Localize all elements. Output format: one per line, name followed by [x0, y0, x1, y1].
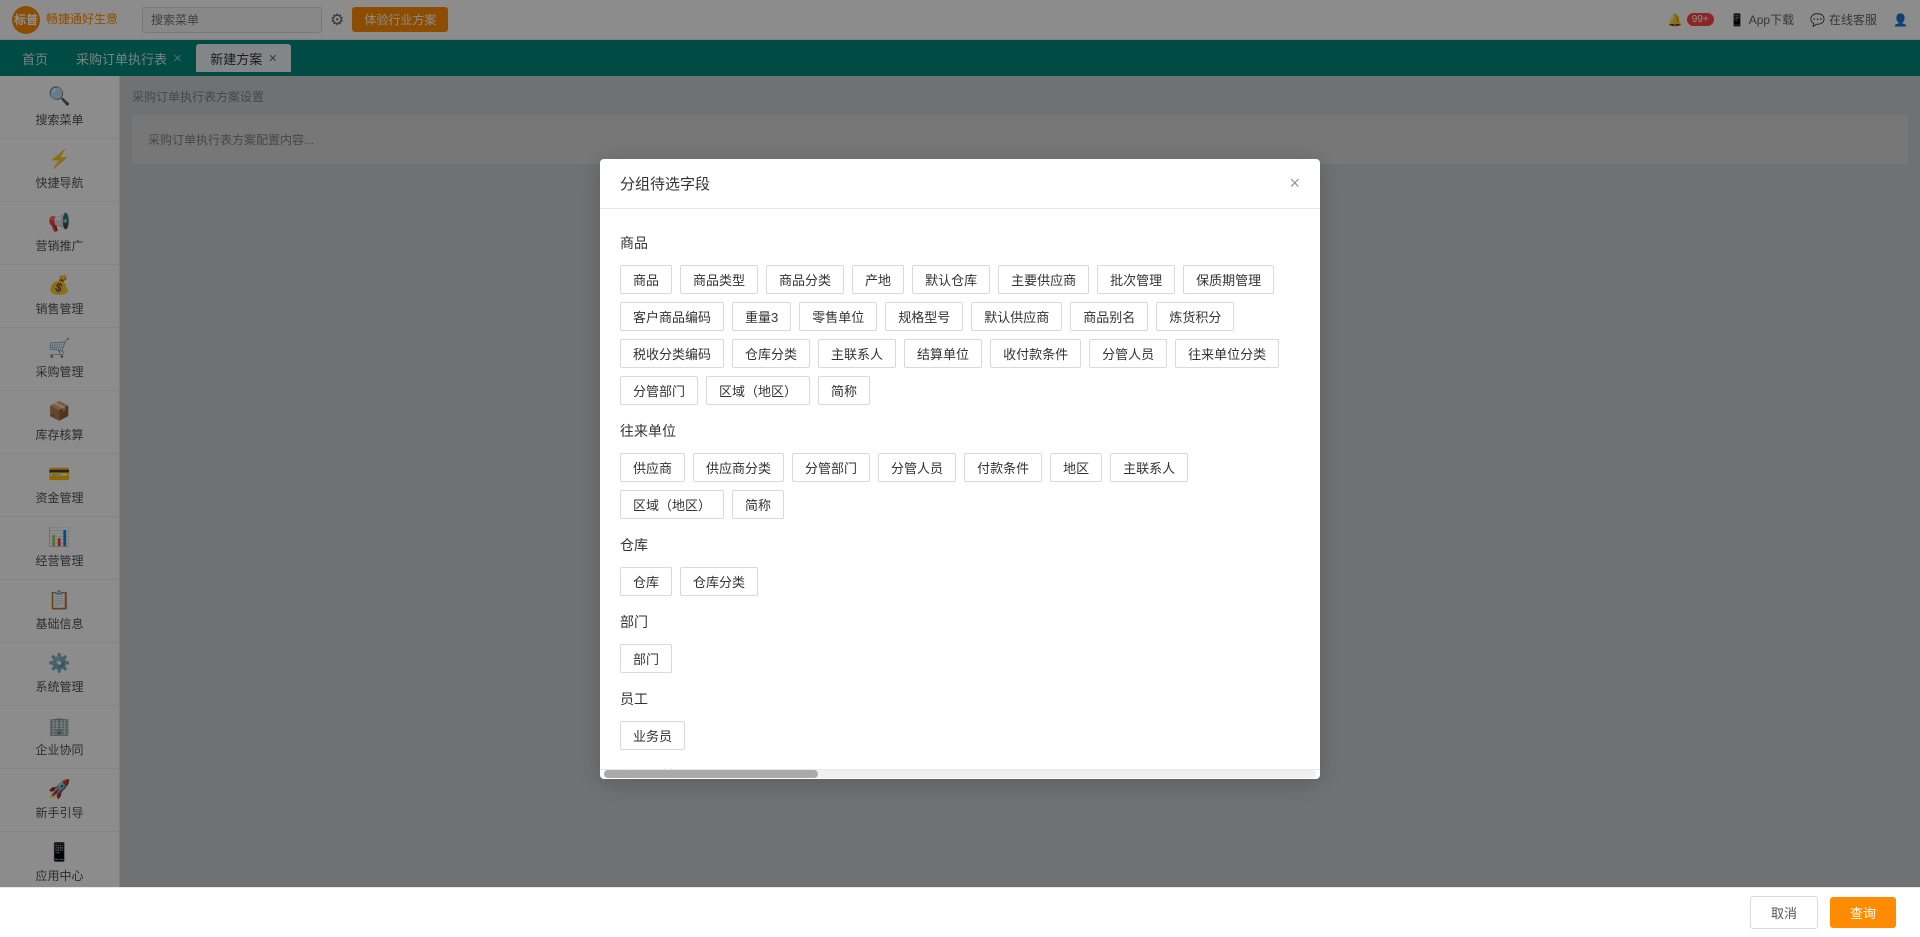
field-tag[interactable]: 付款条件	[964, 453, 1042, 482]
bottom-action-bar: 取消 查询	[0, 887, 1920, 937]
field-tag[interactable]: 客户商品编码	[620, 302, 724, 331]
goods-field-grid: 商品 商品类型 商品分类 产地 默认仓库 主要供应商 批次管理 保质期管理 客户…	[620, 265, 1300, 405]
field-tag[interactable]: 主联系人	[818, 339, 896, 368]
modal-close-button[interactable]: ×	[1289, 173, 1300, 194]
field-tag[interactable]: 炼货积分	[1156, 302, 1234, 331]
field-tag[interactable]: 供应商	[620, 453, 685, 482]
field-tag[interactable]: 收付款条件	[990, 339, 1081, 368]
field-tag[interactable]: 简称	[818, 376, 870, 405]
field-tag[interactable]: 往来单位分类	[1175, 339, 1279, 368]
modal-body[interactable]: 商品 商品 商品类型 商品分类 产地 默认仓库 主要供应商 批次管理 保质期管理…	[600, 209, 1320, 769]
field-tag[interactable]: 简称	[732, 490, 784, 519]
department-field-grid: 部门	[620, 644, 1300, 673]
field-tag[interactable]: 主要供应商	[998, 265, 1089, 294]
field-tag[interactable]: 保质期管理	[1183, 265, 1274, 294]
field-tag[interactable]: 商品别名	[1070, 302, 1148, 331]
field-tag[interactable]: 商品类型	[680, 265, 758, 294]
employee-field-grid: 业务员	[620, 721, 1300, 750]
field-tag[interactable]: 重量3	[732, 302, 791, 331]
field-tag[interactable]: 部门	[620, 644, 672, 673]
field-tag[interactable]: 分管部门	[620, 376, 698, 405]
field-tag[interactable]: 区域（地区）	[706, 376, 810, 405]
field-tag[interactable]: 地区	[1050, 453, 1102, 482]
section-goods-title: 商品	[620, 233, 1300, 253]
section-department-title: 部门	[620, 612, 1300, 632]
modal-horizontal-scrollbar[interactable]	[600, 769, 1320, 779]
field-tag[interactable]: 零售单位	[799, 302, 877, 331]
scroll-thumb	[604, 770, 818, 778]
scroll-track	[604, 770, 1316, 778]
section-warehouse-title: 仓库	[620, 535, 1300, 555]
partner-field-grid: 供应商 供应商分类 分管部门 分管人员 付款条件 地区 主联系人 区域（地区） …	[620, 453, 1300, 519]
field-tag[interactable]: 结算单位	[904, 339, 982, 368]
modal-title: 分组待选字段	[620, 173, 710, 194]
field-tag[interactable]: 仓库	[620, 567, 672, 596]
field-tag[interactable]: 分管人员	[878, 453, 956, 482]
field-tag[interactable]: 区域（地区）	[620, 490, 724, 519]
field-tag[interactable]: 仓库分类	[732, 339, 810, 368]
field-tag[interactable]: 默认仓库	[912, 265, 990, 294]
field-select-modal: 分组待选字段 × 商品 商品 商品类型 商品分类 产地 默认仓库 主要供应商 批…	[600, 159, 1320, 779]
warehouse-field-grid: 仓库 仓库分类	[620, 567, 1300, 596]
field-tag[interactable]: 主联系人	[1110, 453, 1188, 482]
field-tag[interactable]: 批次管理	[1097, 265, 1175, 294]
field-tag[interactable]: 商品分类	[766, 265, 844, 294]
confirm-button[interactable]: 查询	[1830, 897, 1896, 928]
field-tag[interactable]: 分管人员	[1089, 339, 1167, 368]
modal-overlay: 分组待选字段 × 商品 商品 商品类型 商品分类 产地 默认仓库 主要供应商 批…	[0, 0, 1920, 937]
modal-header: 分组待选字段 ×	[600, 159, 1320, 209]
field-tag[interactable]: 默认供应商	[971, 302, 1062, 331]
section-employee-title: 员工	[620, 689, 1300, 709]
field-tag[interactable]: 税收分类编码	[620, 339, 724, 368]
field-tag[interactable]: 商品	[620, 265, 672, 294]
section-partner-title: 往来单位	[620, 421, 1300, 441]
field-tag[interactable]: 产地	[852, 265, 904, 294]
field-tag[interactable]: 仓库分类	[680, 567, 758, 596]
field-tag[interactable]: 供应商分类	[693, 453, 784, 482]
field-tag[interactable]: 分管部门	[792, 453, 870, 482]
cancel-button[interactable]: 取消	[1750, 896, 1818, 929]
field-tag[interactable]: 业务员	[620, 721, 685, 750]
field-tag[interactable]: 规格型号	[885, 302, 963, 331]
